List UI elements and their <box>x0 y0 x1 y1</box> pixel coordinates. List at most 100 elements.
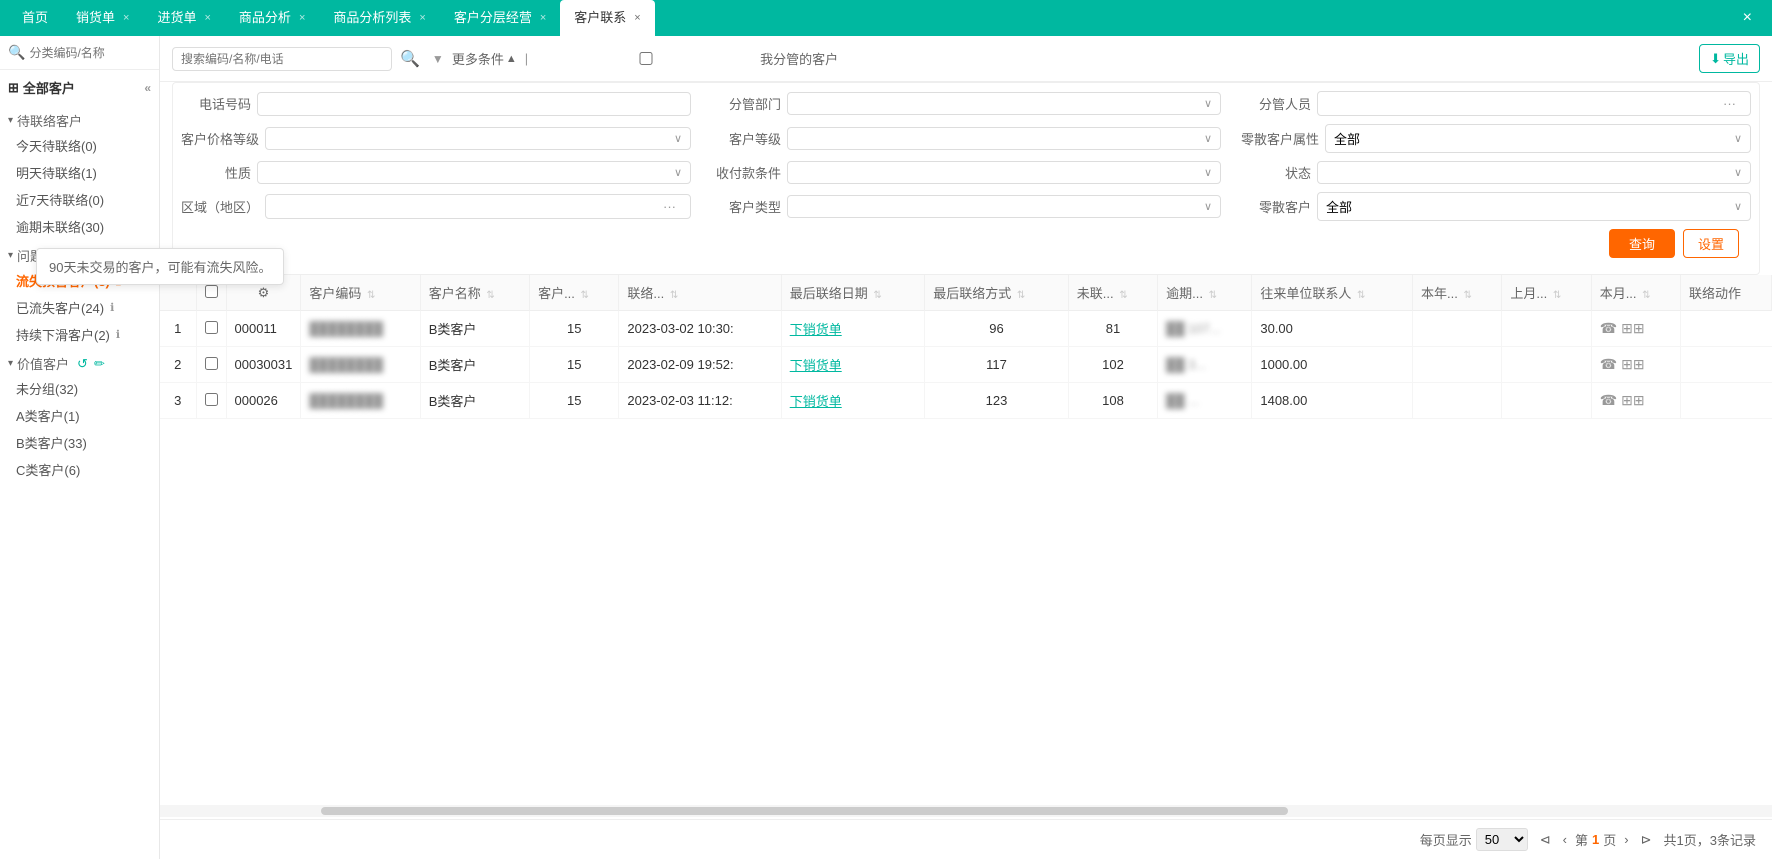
nav-product-analysis[interactable]: 商品分析 × <box>225 0 319 36</box>
manager-dots[interactable]: ··· <box>1717 96 1742 111</box>
section-arrow-value <box>8 358 13 369</box>
nav-close-purchase-order[interactable]: × <box>204 0 210 36</box>
cell-last-date-2: 2023-02-03 11:12: <box>619 383 781 419</box>
sidebar-search-input[interactable] <box>29 46 160 60</box>
action-contact-icon-2[interactable]: ☎ <box>1600 392 1617 409</box>
close-window-button[interactable]: × <box>1731 9 1764 27</box>
search-button[interactable]: 🔍 <box>400 49 420 69</box>
region-dots[interactable]: ··· <box>657 199 682 214</box>
nav-purchase-order[interactable]: 进货单 × <box>143 0 224 36</box>
sidebar-item-declining[interactable]: 持续下滑客户(2) ℹ <box>0 321 159 348</box>
nav-sales-order[interactable]: 销货单 × <box>62 0 143 36</box>
cell-overdue-2: 108 <box>1068 383 1157 419</box>
action-contact-icon-1[interactable]: ☎ <box>1600 356 1617 373</box>
sidebar: 🔍 ⊞ 全部客户 « 待联络客户 今天待联络(0) 明天待联络(1) 近7天待联… <box>0 36 160 859</box>
action-more-icon-0[interactable]: ⊞⊞ <box>1621 320 1644 337</box>
nav-customer-tiering[interactable]: 客户分层经营 × <box>440 0 560 36</box>
col-this-month[interactable]: 本月... ⇅ <box>1591 275 1680 311</box>
action-more-icon-2[interactable]: ⊞⊞ <box>1621 392 1644 409</box>
select-all-checkbox[interactable] <box>205 285 218 298</box>
sidebar-item-overdue-pending[interactable]: 逾期未联络(30) <box>0 213 159 240</box>
my-customers-checkbox[interactable] <box>536 52 756 65</box>
horizontal-scrollbar[interactable] <box>160 805 1772 817</box>
cell-not-contacted-1: 117 <box>925 347 1069 383</box>
cell-last-type-0[interactable]: 下销货单 <box>781 311 925 347</box>
price-level-select[interactable]: ∨ <box>265 127 691 150</box>
sidebar-item-week-pending[interactable]: 近7天待联络(0) <box>0 186 159 213</box>
query-button[interactable]: 查询 <box>1609 229 1675 258</box>
col-last-type[interactable]: 最后联络方式 ⇅ <box>925 275 1069 311</box>
settings-button[interactable]: 设置 <box>1683 229 1739 258</box>
col-code[interactable]: 客户编码 ⇅ <box>301 275 420 311</box>
col-contact-person[interactable]: 往来单位联系人 ⇅ <box>1252 275 1413 311</box>
col-last-date[interactable]: 最后联络日期 ⇅ <box>781 275 925 311</box>
col-type[interactable]: 客户... ⇅ <box>530 275 619 311</box>
cell-checkbox-1[interactable] <box>196 347 226 383</box>
per-page-select[interactable]: 50 100 200 <box>1476 828 1528 851</box>
nav-product-analysis-list[interactable]: 商品分析列表 × <box>319 0 439 36</box>
nav-close-product-analysis[interactable]: × <box>299 0 305 36</box>
nav-customer-contact[interactable]: 客户联系 × <box>560 0 654 36</box>
sidebar-all-customers[interactable]: ⊞ 全部客户 « <box>0 70 159 105</box>
phone-input[interactable] <box>257 92 691 116</box>
first-page-button[interactable]: ⊲ <box>1536 832 1555 848</box>
col-not-contacted[interactable]: 未联... ⇅ <box>1068 275 1157 311</box>
col-overdue[interactable]: 逾期... ⇅ <box>1158 275 1252 311</box>
customer-level-select[interactable]: ∨ <box>787 127 1221 150</box>
col-name[interactable]: 客户名称 ⇅ <box>420 275 529 311</box>
sidebar-section-pending-contact[interactable]: 待联络客户 <box>0 105 159 132</box>
region-select[interactable]: ··· <box>265 194 691 219</box>
gender-select[interactable]: ∨ <box>257 161 691 184</box>
cell-last-type-1[interactable]: 下销货单 <box>781 347 925 383</box>
cell-contact-person-2: ██ ... <box>1158 383 1252 419</box>
cell-not-contacted-0: 96 <box>925 311 1069 347</box>
prev-page-button[interactable]: ‹ <box>1559 832 1571 847</box>
zero-attr-select[interactable]: 全部 ∨ <box>1325 124 1751 153</box>
filter-row-3: 性质 ∨ 收付款条件 ∨ 状态 <box>181 161 1751 184</box>
sidebar-item-tomorrow-pending[interactable]: 明天待联络(1) <box>0 159 159 186</box>
zero-customer-select[interactable]: 全部 ∨ <box>1317 192 1751 221</box>
sidebar-item-today-pending[interactable]: 今天待联络(0) <box>0 132 159 159</box>
dept-select[interactable]: ∨ <box>787 92 1221 115</box>
nav-home[interactable]: 首页 <box>8 0 62 36</box>
refresh-icon[interactable]: ↺ <box>77 356 88 372</box>
sidebar-item-class-b[interactable]: B类客户(33) <box>0 429 159 456</box>
sidebar-item-class-a[interactable]: A类客户(1) <box>0 402 159 429</box>
action-contact-icon-0[interactable]: ☎ <box>1600 320 1617 337</box>
cell-code-1: 00030031 <box>226 347 301 383</box>
export-button[interactable]: ⬇ 导出 <box>1699 44 1760 73</box>
edit-value-icon[interactable]: ✏ <box>94 356 105 372</box>
sidebar-item-ungrouped[interactable]: 未分组(32) <box>0 375 159 402</box>
col-this-year[interactable]: 本年... ⇅ <box>1413 275 1502 311</box>
col-contact-count[interactable]: 联络... ⇅ <box>619 275 781 311</box>
customer-table: ⚙ 客户编码 ⇅ 客户名称 ⇅ 客户... ⇅ 联络... ⇅ 最后联络日期 ⇅… <box>160 275 1772 419</box>
search-input[interactable] <box>172 47 392 71</box>
scroll-thumb[interactable] <box>321 807 1288 815</box>
cell-seq-2: 3 <box>160 383 196 419</box>
sidebar-item-churned[interactable]: 已流失客户(24) ℹ <box>0 294 159 321</box>
payment-select[interactable]: ∨ <box>787 161 1221 184</box>
action-more-icon-1[interactable]: ⊞⊞ <box>1621 356 1644 373</box>
sidebar-section-value-customers[interactable]: 价值客户 ↺ ✏ <box>0 348 159 375</box>
nav-close-customer-tiering[interactable]: × <box>540 0 546 36</box>
status-select[interactable]: ∨ <box>1317 161 1751 184</box>
cell-last-type-2[interactable]: 下销货单 <box>781 383 925 419</box>
nav-close-product-list[interactable]: × <box>419 0 425 36</box>
cell-name-0: ████████ <box>301 311 420 347</box>
manager-select[interactable]: ··· <box>1317 91 1751 116</box>
last-page-button[interactable]: ⊳ <box>1637 832 1656 848</box>
nav-close-customer-contact[interactable]: × <box>634 0 640 36</box>
more-conditions-button[interactable]: 更多条件 ▲ <box>452 49 517 68</box>
customer-type-select[interactable]: ∨ <box>787 195 1221 218</box>
search-toolbar: 🔍 ▼ 更多条件 ▲ | 我分管的客户 ⬇ 导出 <box>160 36 1772 82</box>
nav-close-sales-order[interactable]: × <box>123 0 129 36</box>
my-customers-checkbox-label[interactable]: 我分管的客户 <box>536 49 838 68</box>
sidebar-collapse-icon[interactable]: « <box>144 81 151 95</box>
next-page-button[interactable]: › <box>1620 832 1632 847</box>
cell-checkbox-2[interactable] <box>196 383 226 419</box>
cell-checkbox-0[interactable] <box>196 311 226 347</box>
col-last-month[interactable]: 上月... ⇅ <box>1502 275 1591 311</box>
cell-last-month-1 <box>1413 347 1502 383</box>
cell-contact-2: 15 <box>530 383 619 419</box>
sidebar-item-class-c[interactable]: C类客户(6) <box>0 456 159 483</box>
